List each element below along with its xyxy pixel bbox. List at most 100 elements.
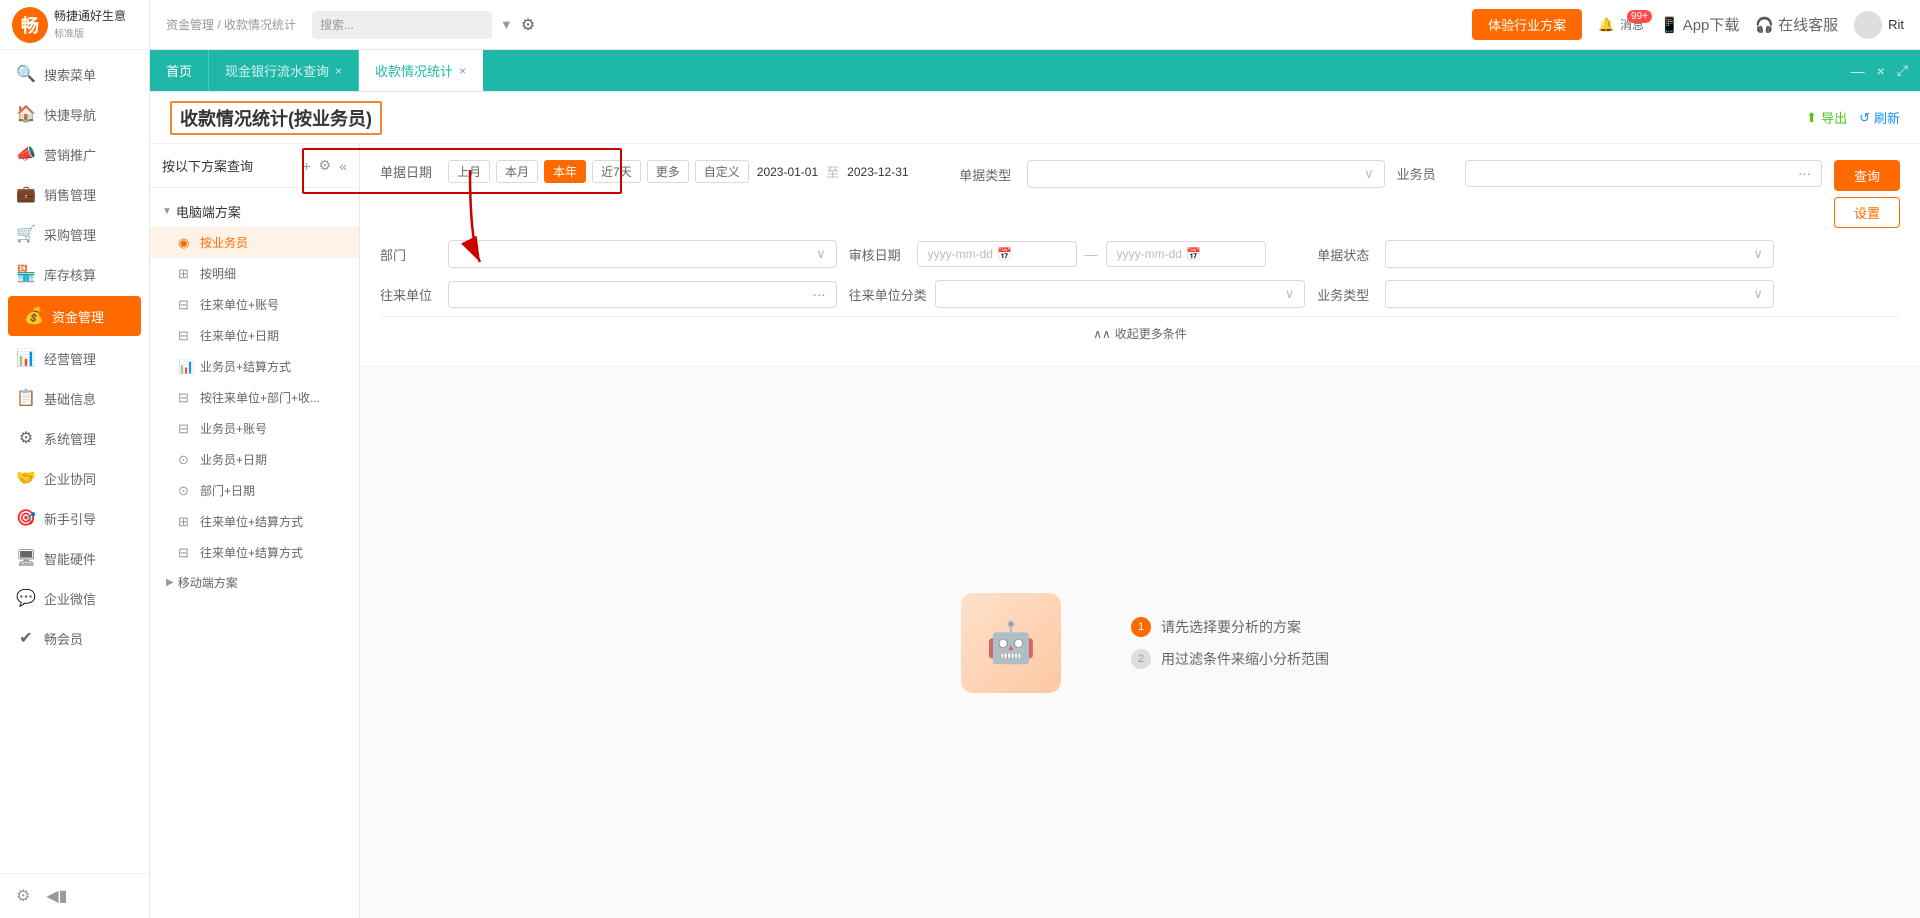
tab-bank-label: 现金银行流水查询 xyxy=(225,61,329,80)
step-1-text: 请先选择要分析的方案 xyxy=(1161,617,1301,637)
sidebar-item-member[interactable]: ✔ 畅会员 xyxy=(0,618,149,658)
tab-bank-close[interactable]: × xyxy=(335,64,342,78)
date-label: 单据日期 xyxy=(380,162,440,181)
review-date-to[interactable]: yyyy-mm-dd 📅 xyxy=(1106,241,1266,267)
header: 资金管理 / 收款情况统计 搜索... ▼ ⚙ 体验行业方案 🔔 99+ 消息 … xyxy=(150,0,1920,50)
tree-item-label-5: 按往来单位+部门+收... xyxy=(200,389,320,406)
counterparty-select[interactable]: ··· xyxy=(448,281,837,308)
tree-item-8[interactable]: ⊙ 部门+日期 xyxy=(150,475,359,506)
hint-step-1: 1 请先选择要分析的方案 xyxy=(1131,617,1329,637)
sidebar-item-search[interactable]: 🔍 搜索菜单 xyxy=(0,54,149,94)
tab-receipt[interactable]: 收款情况统计 × xyxy=(359,50,483,91)
sidebar-footer: ⚙ ◀▮ xyxy=(0,873,149,918)
date-7days[interactable]: 近7天 xyxy=(592,160,641,183)
tree-item-4[interactable]: 📊 业务员+结算方式 xyxy=(150,351,359,382)
date-custom[interactable]: 自定义 xyxy=(695,160,749,183)
sidebar-nav: 🔍 搜索菜单 🏠 快捷导航 📣 营销推广 💼 销售管理 🛒 采购管理 🏪 库存核… xyxy=(0,50,149,873)
add-scheme-icon[interactable]: + xyxy=(302,158,310,174)
tree-item-3[interactable]: ⊟ 往来单位+日期 xyxy=(150,320,359,351)
tree-item-1[interactable]: ⊞ 按明细 xyxy=(150,258,359,289)
tree-item-9[interactable]: ⊞ 往来单位+结算方式 xyxy=(150,506,359,537)
tree-item-2[interactable]: ⊟ 往来单位+账号 xyxy=(150,289,359,320)
base-icon: 📋 xyxy=(16,388,36,408)
tree-item-6[interactable]: ⊟ 业务员+账号 xyxy=(150,413,359,444)
search-bar[interactable]: 搜索... xyxy=(312,11,492,39)
scheme-btn[interactable]: 体验行业方案 xyxy=(1472,9,1582,40)
business-type-label: 业务类型 xyxy=(1317,285,1377,304)
sidebar-item-inventory[interactable]: 🏪 库存核算 xyxy=(0,254,149,294)
tree-item-icon-10: ⊟ xyxy=(178,545,194,561)
tree-group-mobile-header[interactable]: ▶ 移动端方案 xyxy=(150,568,359,597)
review-date-from[interactable]: yyyy-mm-dd 📅 xyxy=(917,241,1077,267)
page-title-bar: 收款情况统计(按业务员) ⬆ 导出 ↺ 刷新 xyxy=(150,92,1920,144)
chevron-down-icon[interactable]: ▼ xyxy=(500,17,513,32)
collapse-panel-icon[interactable]: « xyxy=(339,158,347,174)
sidebar-item-hardware[interactable]: 🖥 智能硬件 xyxy=(0,538,149,578)
message-badge[interactable]: 🔔 99+ 消息 xyxy=(1598,16,1644,33)
tree-group-desktop: ▼ 电脑端方案 ◉ 按业务员 ⊞ 按明细 ⊟ 往 xyxy=(150,196,359,568)
header-right: 🔔 99+ 消息 📱 App下载 🎧 在线客服 Rit xyxy=(1598,11,1904,39)
collapse-footer-icon[interactable]: ◀▮ xyxy=(46,886,67,906)
date-this-month[interactable]: 本月 xyxy=(496,160,538,183)
sidebar-item-label: 经营管理 xyxy=(44,349,96,368)
doc-type-select[interactable]: ∨ xyxy=(1027,160,1384,188)
sidebar-item-marketing[interactable]: 📣 营销推广 xyxy=(0,134,149,174)
side-panel-header-left: 按以下方案查询 xyxy=(162,156,253,175)
settings-btn[interactable]: 设置 xyxy=(1834,197,1900,228)
online-service-link[interactable]: 🎧 在线客服 xyxy=(1755,14,1838,35)
tree-group-desktop-header[interactable]: ▼ 电脑端方案 xyxy=(150,196,359,227)
tree-item-7[interactable]: ⊙ 业务员+日期 xyxy=(150,444,359,475)
username: Rit xyxy=(1888,17,1904,32)
close-tab-icon[interactable]: × xyxy=(1877,63,1885,79)
maximize-icon[interactable]: ⤢ xyxy=(1897,62,1908,79)
sidebar-item-system[interactable]: ⚙ 系统管理 xyxy=(0,418,149,458)
minimize-icon[interactable]: — xyxy=(1851,63,1865,79)
hint-steps: 1 请先选择要分析的方案 2 用过滤条件来缩小分析范围 xyxy=(1131,617,1329,669)
salesman-select[interactable]: ··· xyxy=(1465,160,1822,187)
date-last-month[interactable]: 上月 xyxy=(448,160,490,183)
sidebar-item-label: 新手引导 xyxy=(44,509,96,528)
side-panel: 按以下方案查询 + ⚙ « ▼ 电脑端方案 xyxy=(150,144,360,918)
business-type-select[interactable]: ∨ xyxy=(1385,280,1774,308)
sidebar-item-wechat[interactable]: 💬 企业微信 xyxy=(0,578,149,618)
gear-icon[interactable]: ⚙ xyxy=(521,15,535,35)
dept-arrow: ∨ xyxy=(816,246,826,262)
doc-type-arrow: ∨ xyxy=(1364,166,1374,182)
user-area[interactable]: Rit xyxy=(1854,11,1904,39)
collapse-label: 收起更多条件 xyxy=(1115,325,1187,342)
sidebar-item-guide[interactable]: 🎯 新手引导 xyxy=(0,498,149,538)
app-download-link[interactable]: 📱 App下载 xyxy=(1660,14,1739,35)
tree-item-5[interactable]: ⊟ 按往来单位+部门+收... xyxy=(150,382,359,413)
tree-item-10[interactable]: ⊟ 往来单位+结算方式 xyxy=(150,537,359,568)
sidebar-item-sales[interactable]: 💼 销售管理 xyxy=(0,174,149,214)
counterparty-category-select[interactable]: ∨ xyxy=(935,280,1306,308)
member-icon: ✔ xyxy=(16,628,36,648)
dept-select[interactable]: ∨ xyxy=(448,240,837,268)
sidebar-item-quicknav[interactable]: 🏠 快捷导航 xyxy=(0,94,149,134)
export-btn[interactable]: ⬆ 导出 xyxy=(1806,108,1847,127)
collapse-bar[interactable]: ∧∧ 收起更多条件 xyxy=(380,316,1900,350)
hint-step-2: 2 用过滤条件来缩小分析范围 xyxy=(1131,649,1329,669)
sidebar-item-enterprise[interactable]: 🤝 企业协同 xyxy=(0,458,149,498)
date-more[interactable]: 更多 xyxy=(647,160,689,183)
doc-status-select[interactable]: ∨ xyxy=(1385,240,1774,268)
query-btn[interactable]: 查询 xyxy=(1834,160,1900,191)
date-sep: 至 xyxy=(826,162,839,181)
tree-item-0[interactable]: ◉ 按业务员 xyxy=(150,227,359,258)
date-this-year[interactable]: 本年 xyxy=(544,160,586,183)
sidebar-item-management[interactable]: 📊 经营管理 xyxy=(0,338,149,378)
sidebar-item-base[interactable]: 📋 基础信息 xyxy=(0,378,149,418)
sidebar-item-purchase[interactable]: 🛒 采购管理 xyxy=(0,214,149,254)
badge-count: 99+ xyxy=(1627,10,1652,23)
sidebar-item-label: 企业协同 xyxy=(44,469,96,488)
tree-item-label-10: 往来单位+结算方式 xyxy=(200,544,303,561)
sidebar-item-finance[interactable]: 💰 资金管理 xyxy=(8,296,141,336)
tab-receipt-close[interactable]: × xyxy=(459,64,466,78)
tab-bank[interactable]: 现金银行流水查询 × xyxy=(209,50,359,91)
scheme-settings-icon[interactable]: ⚙ xyxy=(319,157,332,174)
tab-home[interactable]: 首页 xyxy=(150,50,209,91)
tree-item-icon-3: ⊟ xyxy=(178,328,194,344)
tree-item-label-7: 业务员+日期 xyxy=(200,451,267,468)
refresh-btn[interactable]: ↺ 刷新 xyxy=(1859,108,1900,127)
settings-footer-icon[interactable]: ⚙ xyxy=(16,886,30,906)
